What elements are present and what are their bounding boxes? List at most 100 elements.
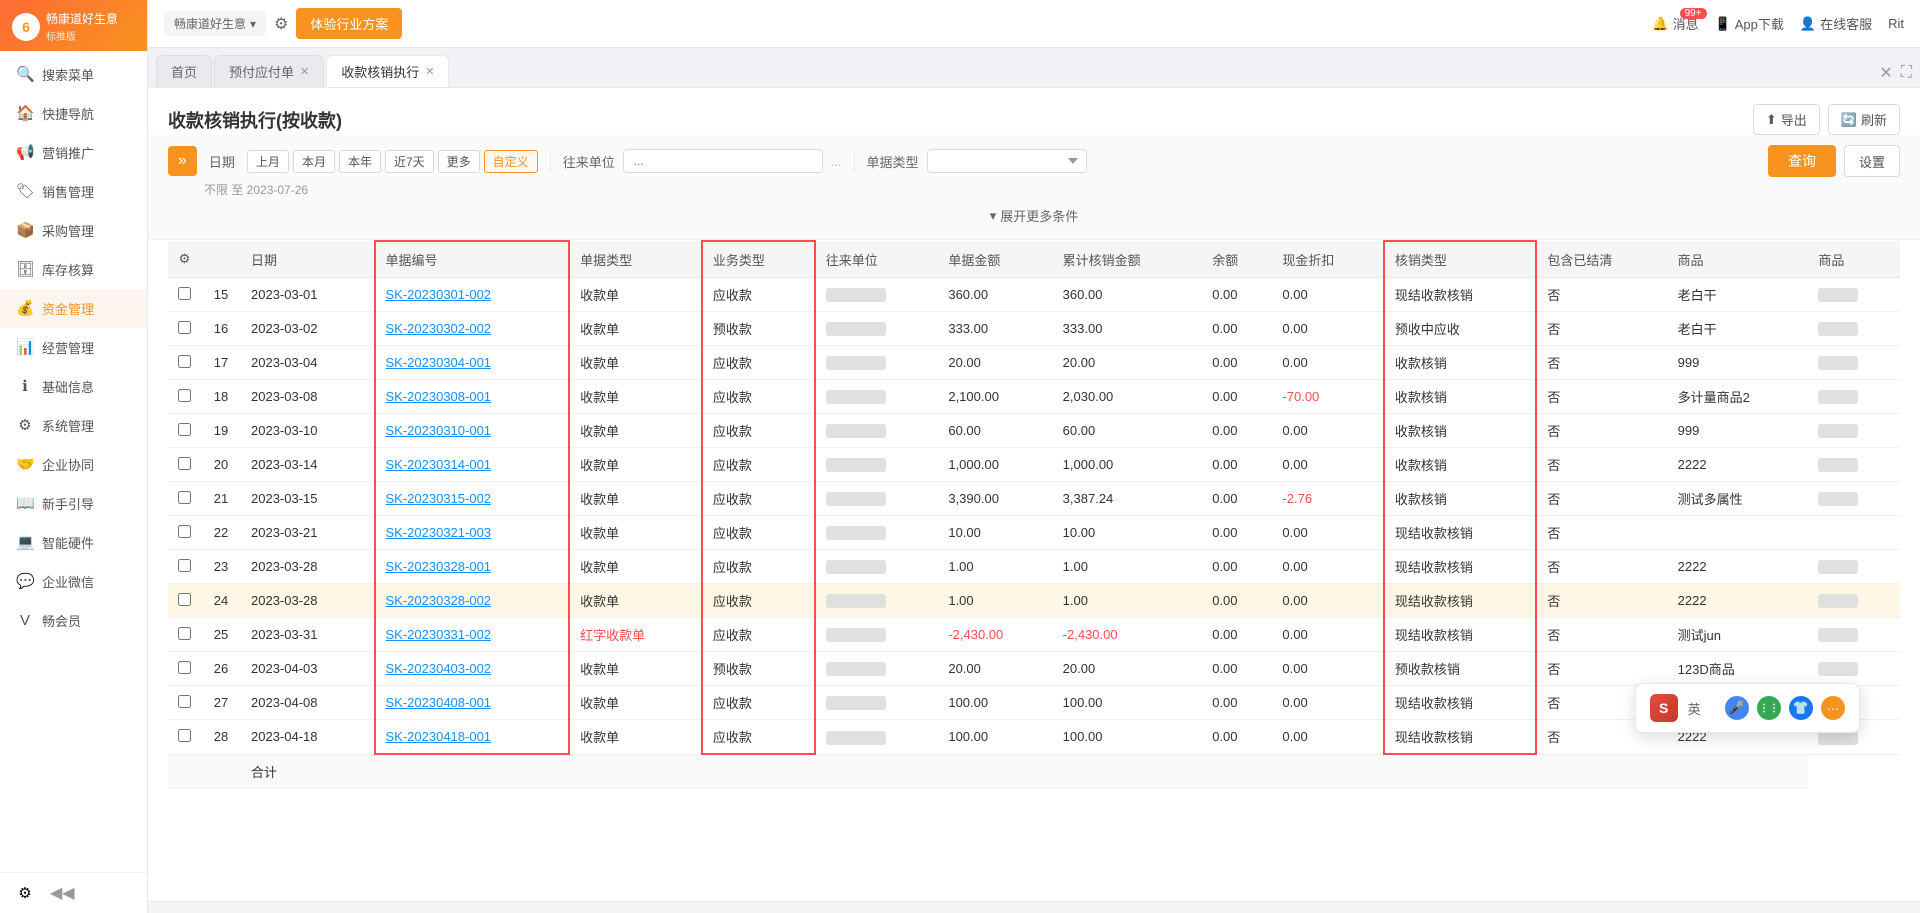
row-checkbox[interactable] (168, 652, 201, 686)
voucher-type-select[interactable] (927, 149, 1087, 173)
row-checkbox[interactable] (168, 278, 201, 312)
row-include-settled: 否 (1536, 584, 1667, 618)
sidebar-item-purchase[interactable]: 📦采购管理 (0, 211, 147, 250)
refresh-button[interactable]: 🔄 刷新 (1828, 104, 1900, 135)
date-btn-this-month[interactable]: 本月 (293, 150, 335, 173)
shirt-icon[interactable]: 👕 (1789, 696, 1813, 720)
settings-icon[interactable]: ⚙ (16, 884, 34, 902)
sidebar-item-inventory[interactable]: 🗄库存核算 (0, 250, 147, 289)
sidebar-item-basic[interactable]: ℹ基础信息 (0, 367, 147, 406)
message-button[interactable]: 🔔 消息 99+ (1652, 14, 1698, 33)
row-select[interactable] (178, 729, 191, 742)
query-button[interactable]: 查询 (1768, 145, 1836, 177)
row-checkbox[interactable] (168, 482, 201, 516)
solution-button[interactable]: 体验行业方案 (296, 8, 402, 39)
voucher-no-link[interactable]: SK-20230328-001 (386, 559, 492, 574)
online-support-button[interactable]: 👤 在线客服 (1800, 14, 1872, 33)
voucher-no-link[interactable]: SK-20230315-002 (386, 491, 492, 506)
row-checkbox[interactable] (168, 686, 201, 720)
voucher-no-link[interactable]: SK-20230328-002 (386, 593, 492, 608)
row-select[interactable] (178, 457, 191, 470)
date-btn-more[interactable]: 更多 (438, 150, 480, 173)
sidebar-item-search[interactable]: 🔍搜索菜单 (0, 55, 147, 94)
voucher-no-link[interactable]: SK-20230310-001 (386, 423, 492, 438)
sidebar-item-system[interactable]: ⚙系统管理 (0, 406, 147, 445)
row-checkbox[interactable] (168, 346, 201, 380)
sidebar-item-marketing[interactable]: 📢营销推广 (0, 133, 147, 172)
grid-icon[interactable]: ⋮⋮ (1757, 696, 1781, 720)
row-select[interactable] (178, 661, 191, 674)
row-select[interactable] (178, 559, 191, 572)
microphone-icon[interactable]: 🎤 (1725, 696, 1749, 720)
settings-gear-icon[interactable]: ⚙ (274, 14, 288, 34)
row-select[interactable] (178, 287, 191, 300)
sidebar-item-member[interactable]: V畅会员 (0, 601, 147, 640)
partner-input[interactable] (623, 149, 823, 173)
filter-expand-left-btn[interactable]: » (168, 146, 197, 176)
sidebar-item-guide[interactable]: 📖新手引导 (0, 484, 147, 523)
settings-button[interactable]: 设置 (1844, 145, 1900, 177)
row-write-off-type: 现结收款核销 (1384, 618, 1537, 652)
row-checkbox[interactable] (168, 516, 201, 550)
row-checkbox[interactable] (168, 550, 201, 584)
row-select[interactable] (178, 355, 191, 368)
collapse-toggle[interactable]: ◀◀ (50, 883, 75, 903)
row-select[interactable] (178, 321, 191, 334)
tab-close-all-icon[interactable]: ✕ (1879, 63, 1892, 83)
row-checkbox[interactable] (168, 720, 201, 755)
row-checkbox[interactable] (168, 448, 201, 482)
sidebar-item-nav[interactable]: 🏠快捷导航 (0, 94, 147, 133)
user-name[interactable]: Rit (1888, 16, 1904, 31)
company-selector[interactable]: 畅康道好生意 ▾ (164, 11, 266, 36)
voucher-no-link[interactable]: SK-20230304-001 (386, 355, 492, 370)
tab-prepay[interactable]: 预付应付单 ✕ (214, 55, 324, 87)
export-button[interactable]: ⬆ 导出 (1753, 104, 1820, 135)
row-checkbox[interactable] (168, 618, 201, 652)
voucher-no-link[interactable]: SK-20230331-002 (386, 627, 492, 642)
sidebar-item-finance[interactable]: 💰资金管理 (0, 289, 147, 328)
row-select[interactable] (178, 627, 191, 640)
th-settings[interactable]: ⚙ (168, 241, 201, 278)
row-select[interactable] (178, 491, 191, 504)
voucher-no-link[interactable]: SK-20230308-001 (386, 389, 492, 404)
tab-home-label: 首页 (171, 62, 197, 81)
tab-maximize-icon[interactable]: ⛶ (1901, 64, 1912, 82)
date-btn-this-year[interactable]: 本年 (339, 150, 381, 173)
sidebar-item-sales[interactable]: 🏷销售管理 (0, 172, 147, 211)
more-dots-icon[interactable]: ··· (1821, 696, 1845, 720)
row-product2 (1808, 584, 1900, 618)
sidebar-item-operations[interactable]: 📊经营管理 (0, 328, 147, 367)
voucher-no-link[interactable]: SK-20230302-002 (386, 321, 492, 336)
row-checkbox[interactable] (168, 380, 201, 414)
row-checkbox[interactable] (168, 414, 201, 448)
tab-home[interactable]: 首页 (156, 55, 212, 87)
voucher-no-link[interactable]: SK-20230321-003 (386, 525, 492, 540)
date-btn-last-month[interactable]: 上月 (247, 150, 289, 173)
tab-receipt-close[interactable]: ✕ (425, 65, 434, 78)
partner-more-icon[interactable]: ... (831, 154, 842, 169)
expand-more-button[interactable]: ▾ 展开更多条件 (982, 202, 1087, 229)
voucher-no-link[interactable]: SK-20230301-002 (386, 287, 492, 302)
voucher-no-link[interactable]: SK-20230403-002 (386, 661, 492, 676)
row-cash-discount: -2.76 (1272, 482, 1383, 516)
row-checkbox[interactable] (168, 584, 201, 618)
voucher-no-link[interactable]: SK-20230408-001 (386, 695, 492, 710)
row-select[interactable] (178, 423, 191, 436)
horizontal-scrollbar[interactable] (148, 901, 1920, 913)
row-select[interactable] (178, 389, 191, 402)
row-select[interactable] (178, 525, 191, 538)
row-select[interactable] (178, 593, 191, 606)
sidebar-item-wechat[interactable]: 💬企业微信 (0, 562, 147, 601)
tab-receipt[interactable]: 收款核销执行 ✕ (326, 55, 449, 87)
date-btn-7days[interactable]: 近7天 (385, 150, 434, 173)
row-checkbox[interactable] (168, 312, 201, 346)
sidebar-item-hardware[interactable]: 💻智能硬件 (0, 523, 147, 562)
sidebar-item-corp[interactable]: 🤝企业协同 (0, 445, 147, 484)
tab-prepay-close[interactable]: ✕ (300, 65, 309, 78)
app-download-button[interactable]: 📱 App下载 (1715, 14, 1784, 33)
row-select[interactable] (178, 695, 191, 708)
voucher-no-link[interactable]: SK-20230418-001 (386, 729, 492, 744)
voucher-no-link[interactable]: SK-20230314-001 (386, 457, 492, 472)
row-voucher-no: SK-20230310-001 (375, 414, 570, 448)
date-btn-custom[interactable]: 自定义 (484, 150, 538, 173)
